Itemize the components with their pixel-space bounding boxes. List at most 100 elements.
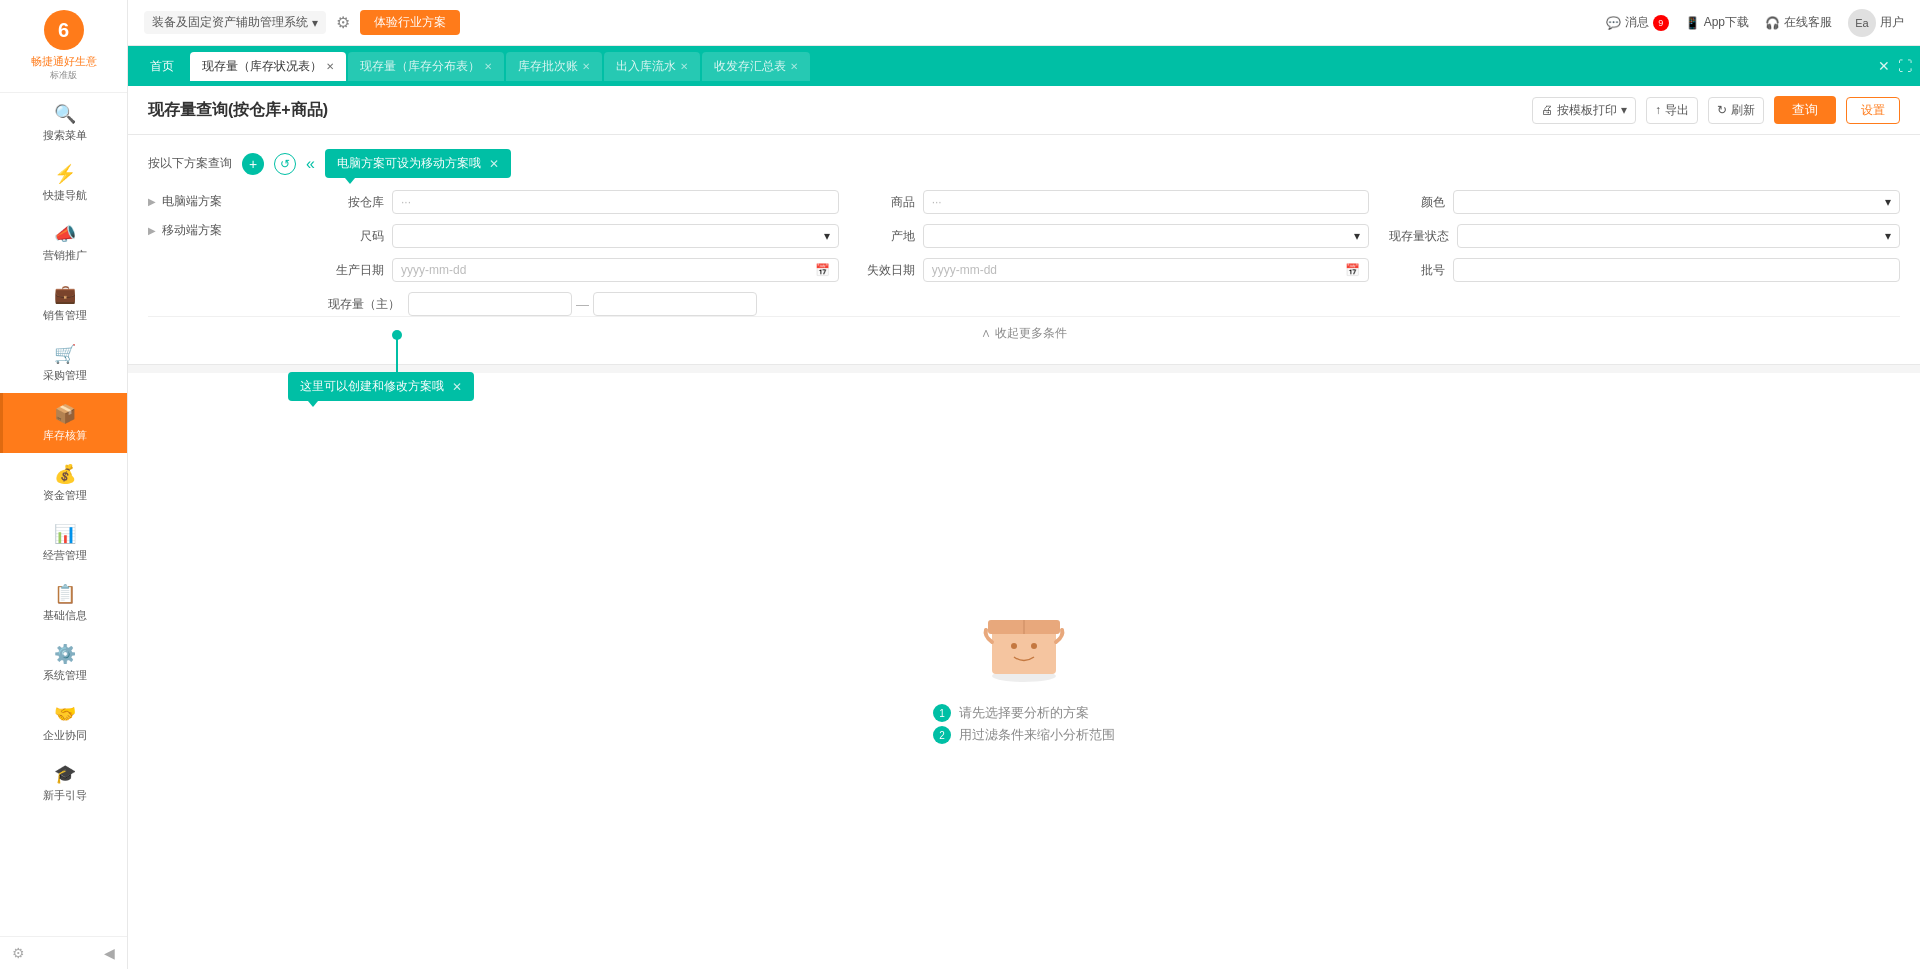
- stock-main-to-input[interactable]: [593, 292, 757, 316]
- tab-close-all-icon[interactable]: ✕: [1878, 58, 1890, 74]
- collapse-sidebar-icon[interactable]: ◀: [104, 945, 115, 961]
- calendar-icon-expiry: 📅: [1345, 263, 1360, 277]
- tab-close-flow[interactable]: ✕: [680, 61, 688, 72]
- filter-stock-main-row: 现存量（主） —: [328, 292, 845, 316]
- sidebar-logo: 6 畅捷通好生意 标准版: [0, 0, 127, 93]
- scheme-node-desktop[interactable]: ▶ 电脑端方案: [148, 190, 308, 213]
- batch-label: 批号: [1389, 262, 1445, 279]
- settings-bottom-icon[interactable]: ⚙: [12, 945, 25, 961]
- print-template-label: 按模板打印: [1557, 102, 1617, 119]
- header-settings-icon[interactable]: ⚙: [336, 13, 350, 32]
- scheme-expand-icon: ▶: [148, 196, 156, 207]
- main-area: 装备及固定资产辅助管理系统 ▾ ⚙ 体验行业方案 💬 消息 9 📱 App下载 …: [128, 0, 1920, 969]
- app-logo-icon: 6: [44, 10, 84, 50]
- origin-select[interactable]: ▾: [923, 224, 1370, 248]
- sidebar-nav: 🔍 搜索菜单 ⚡ 快捷导航 📣 营销推广 💼 销售管理 🛒 采购管理 📦 库存核…: [0, 93, 127, 936]
- tooltip1-close[interactable]: ✕: [489, 157, 499, 171]
- sidebar-item-operations[interactable]: 📊 经营管理: [0, 513, 127, 573]
- warehouse-label: 按仓库: [328, 194, 384, 211]
- scheme-mobile-label: 移动端方案: [162, 222, 222, 239]
- sidebar-label-quick: 快捷导航: [43, 188, 87, 203]
- size-label: 尺码: [328, 228, 384, 245]
- empty-svg: [974, 594, 1074, 684]
- tab-inventory-distribution[interactable]: 现存量（库存分布表） ✕: [348, 52, 504, 81]
- search-button[interactable]: 查询: [1774, 96, 1836, 124]
- color-select[interactable]: ▾: [1453, 190, 1900, 214]
- tab-label-summary: 收发存汇总表: [714, 58, 786, 75]
- sidebar-item-newbie[interactable]: 🎓 新手引导: [0, 753, 127, 813]
- filter-top-row: 按以下方案查询 + ↺ « 电脑方案可设为移动方案哦 ✕: [148, 149, 1900, 178]
- tab-close-batch[interactable]: ✕: [582, 61, 590, 72]
- reset-button[interactable]: 设置: [1846, 97, 1900, 124]
- tab-close-summary[interactable]: ✕: [790, 61, 798, 72]
- app-logo-text: 畅捷通好生意: [31, 54, 97, 69]
- user-item[interactable]: Ea 用户: [1848, 9, 1904, 37]
- system-selector[interactable]: 装备及固定资产辅助管理系统 ▾: [144, 11, 326, 34]
- stock-status-select[interactable]: ▾: [1457, 224, 1900, 248]
- scheme-node-mobile[interactable]: ▶ 移动端方案: [148, 219, 308, 242]
- filter-back-btn[interactable]: «: [306, 155, 315, 173]
- sidebar-item-enterprise[interactable]: 🤝 企业协同: [0, 693, 127, 753]
- tab-close-distribution[interactable]: ✕: [484, 61, 492, 72]
- batch-input[interactable]: [1453, 258, 1900, 282]
- sidebar-item-search[interactable]: 🔍 搜索菜单: [0, 93, 127, 153]
- collapse-filter-btn[interactable]: ∧ 收起更多条件: [148, 316, 1900, 350]
- tab-home[interactable]: 首页: [136, 52, 188, 81]
- stock-main-label: 现存量（主）: [328, 296, 400, 313]
- user-label: 用户: [1880, 14, 1904, 31]
- message-icon: 💬: [1606, 16, 1621, 30]
- tab-in-out-flow[interactable]: 出入库流水 ✕: [604, 52, 700, 81]
- sidebar-item-purchase[interactable]: 🛒 采购管理: [0, 333, 127, 393]
- color-label: 颜色: [1389, 194, 1445, 211]
- tab-close-inventory-status[interactable]: ✕: [326, 61, 334, 72]
- flash-icon: ⚡: [54, 163, 76, 185]
- step1-num: 1: [933, 704, 951, 722]
- filter-refresh-btn[interactable]: ↺: [274, 153, 296, 175]
- chart-icon: 📊: [54, 523, 76, 545]
- sidebar-item-inventory[interactable]: 📦 库存核算: [0, 393, 127, 453]
- expiry-date-input[interactable]: yyyy-mm-dd 📅: [923, 258, 1370, 282]
- printer-icon: 🖨: [1541, 103, 1553, 117]
- sidebar-item-quick[interactable]: ⚡ 快捷导航: [0, 153, 127, 213]
- app-download-item[interactable]: 📱 App下载: [1685, 14, 1749, 31]
- sidebar-item-sales[interactable]: 💼 销售管理: [0, 273, 127, 333]
- gear-icon: ⚙️: [54, 643, 76, 665]
- online-support-item[interactable]: 🎧 在线客服: [1765, 14, 1832, 31]
- tab-fullscreen-icon[interactable]: ⛶: [1898, 58, 1912, 74]
- empty-step1: 1 请先选择要分析的方案: [933, 704, 1115, 722]
- page-content: 现存量查询(按仓库+商品) 🖨 按模板打印 ▾ ↑ 导出 ↻ 刷新 查询 设置: [128, 86, 1920, 969]
- warehouse-input[interactable]: ···: [392, 190, 839, 214]
- tab-inventory-status[interactable]: 现存量（库存状况表） ✕: [190, 52, 346, 81]
- refresh-label: 刷新: [1731, 102, 1755, 119]
- scheme-desktop-label: 电脑端方案: [162, 193, 222, 210]
- sidebar-item-basic[interactable]: 📋 基础信息: [0, 573, 127, 633]
- filter-color-row: 颜色 ▾: [1389, 190, 1900, 214]
- prod-date-input[interactable]: yyyy-mm-dd 📅: [392, 258, 839, 282]
- filter-batch-row: 批号: [1389, 258, 1900, 282]
- app-logo-badge: 标准版: [50, 69, 77, 82]
- trial-button[interactable]: 体验行业方案: [360, 10, 460, 35]
- size-select[interactable]: ▾: [392, 224, 839, 248]
- tooltip2-close[interactable]: ✕: [452, 380, 462, 394]
- tab-batch-account[interactable]: 库存批次账 ✕: [506, 52, 602, 81]
- tab-summary[interactable]: 收发存汇总表 ✕: [702, 52, 810, 81]
- filter-add-scheme-btn[interactable]: +: [242, 153, 264, 175]
- tab-bar-right: ✕ ⛶: [1878, 58, 1912, 74]
- app-download-label: App下载: [1704, 14, 1749, 31]
- print-template-btn[interactable]: 🖨 按模板打印 ▾: [1532, 97, 1636, 124]
- page-title: 现存量查询(按仓库+商品): [148, 100, 328, 121]
- sidebar-item-finance[interactable]: 💰 资金管理: [0, 453, 127, 513]
- scheme-tree: ▶ 电脑端方案 ▶ 移动端方案: [148, 190, 308, 316]
- sidebar-item-marketing[interactable]: 📣 营销推广: [0, 213, 127, 273]
- product-input[interactable]: ···: [923, 190, 1370, 214]
- stock-main-from-input[interactable]: [408, 292, 572, 316]
- sidebar-item-system[interactable]: ⚙️ 系统管理: [0, 633, 127, 693]
- message-item[interactable]: 💬 消息 9: [1606, 14, 1669, 31]
- export-btn[interactable]: ↑ 导出: [1646, 97, 1698, 124]
- scheme-mobile-expand-icon: ▶: [148, 225, 156, 236]
- empty-step2: 2 用过滤条件来缩小分析范围: [933, 726, 1115, 744]
- filter-label: 按以下方案查询: [148, 155, 232, 172]
- tab-label-batch: 库存批次账: [518, 58, 578, 75]
- refresh-btn[interactable]: ↻ 刷新: [1708, 97, 1764, 124]
- phone-icon: 📱: [1685, 16, 1700, 30]
